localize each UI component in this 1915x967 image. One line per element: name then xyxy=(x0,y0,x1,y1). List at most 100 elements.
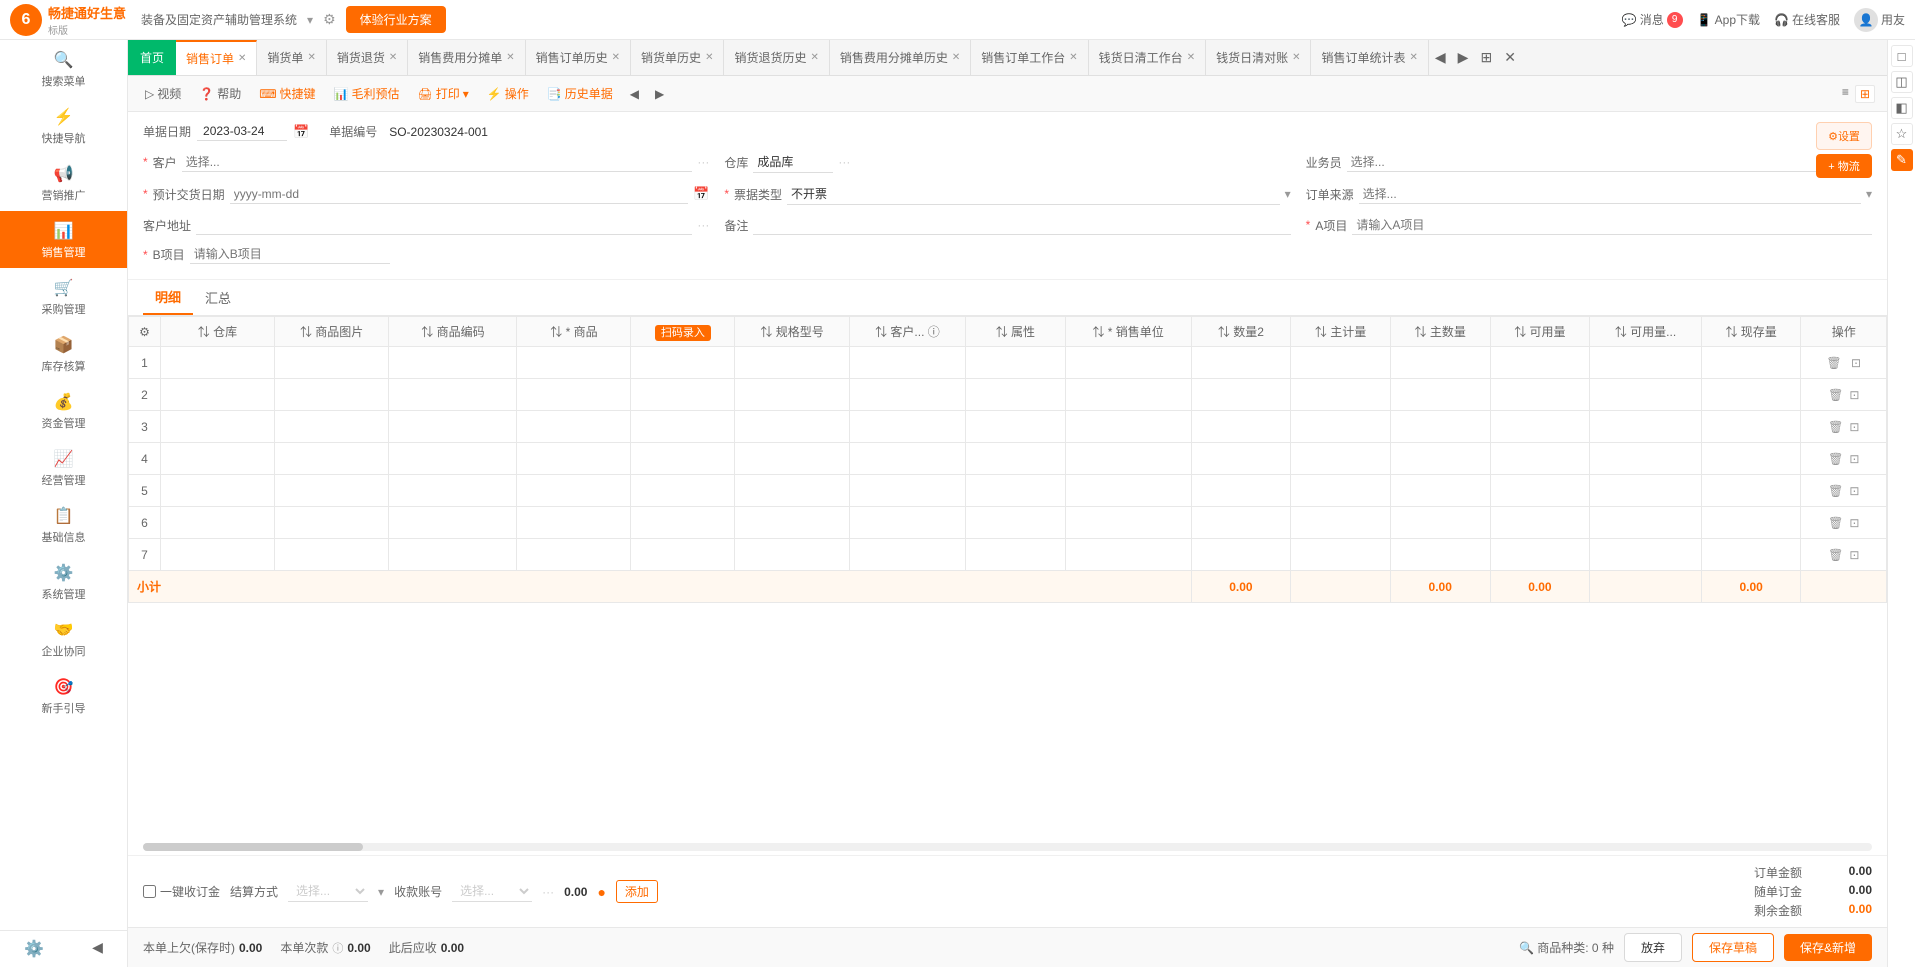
sidebar-item-finance[interactable]: 💰 资金管理 xyxy=(0,382,127,439)
add-payment-btn[interactable]: 添加 xyxy=(616,880,658,903)
order-source-input[interactable] xyxy=(1359,185,1861,204)
customer-more-icon[interactable]: ··· xyxy=(697,155,709,169)
discard-btn[interactable]: 放弃 xyxy=(1624,933,1682,962)
online-service-btn[interactable]: 🎧 在线客服 xyxy=(1774,11,1840,28)
save-new-btn[interactable]: 保存&新增 xyxy=(1784,934,1872,961)
tab-close-order-history[interactable]: ✕ xyxy=(612,52,620,63)
view-btn[interactable]: ▷ 视频 xyxy=(140,83,186,104)
th-available-more[interactable]: ⇅ 可用量... xyxy=(1590,317,1702,347)
tab-close-expense-split[interactable]: ✕ xyxy=(506,52,514,63)
receipt-account-select[interactable]: 选择... xyxy=(452,881,532,902)
sidebar-item-purchase[interactable]: 🛒 采购管理 xyxy=(0,268,127,325)
tab-close-all-btn[interactable]: ✕ xyxy=(1498,40,1522,75)
row-copy-icon[interactable]: ⊡ xyxy=(1849,516,1859,530)
user-avatar[interactable]: 👤 用友 xyxy=(1854,8,1905,32)
tab-refund-history[interactable]: 销货退货历史 ✕ xyxy=(724,40,829,75)
row-copy-icon[interactable]: ⊡ xyxy=(1849,388,1859,402)
tab-close-refund-history[interactable]: ✕ xyxy=(810,52,818,63)
sidebar-item-quicknav[interactable]: ⚡ 快捷导航 xyxy=(0,97,127,154)
row-delete-icon[interactable]: 🗑 xyxy=(1826,356,1841,370)
th-qty2[interactable]: ⇅ 数量2 xyxy=(1191,317,1291,347)
solution-button[interactable]: 体验行业方案 xyxy=(346,6,446,33)
row-delete-icon[interactable]: 🗑 xyxy=(1828,484,1843,498)
tab-sales-refund[interactable]: 销货退货 ✕ xyxy=(327,40,408,75)
tab-close-sales-return[interactable]: ✕ xyxy=(307,52,315,63)
address-more-icon[interactable]: ··· xyxy=(697,218,709,232)
tab-order-workbench[interactable]: 销售订单工作台 ✕ xyxy=(971,40,1088,75)
settle-method-select[interactable]: 选择... xyxy=(288,881,368,902)
row-delete-icon[interactable]: 🗑 xyxy=(1828,452,1843,466)
right-tool-edit[interactable]: ✎ xyxy=(1891,149,1913,171)
shortcut-btn[interactable]: ⌨ 快捷键 xyxy=(254,83,320,104)
right-tool-3[interactable]: ◧ xyxy=(1891,97,1913,119)
system-settings-icon[interactable]: ⚙ xyxy=(323,11,336,28)
tab-next-btn[interactable]: ▶ xyxy=(1452,40,1475,75)
app-download-btn[interactable]: 📱 App下载 xyxy=(1697,11,1760,28)
tab-close-expense-history[interactable]: ✕ xyxy=(952,52,960,63)
invoice-dropdown-icon[interactable]: ▾ xyxy=(1285,187,1291,201)
delivery-calendar-icon[interactable]: 📅 xyxy=(693,186,709,202)
add-payment-icon[interactable]: ● xyxy=(597,884,605,900)
sidebar-item-system[interactable]: ⚙️ 系统管理 xyxy=(0,553,127,610)
sidebar-item-inventory[interactable]: 📦 库存核算 xyxy=(0,325,127,382)
project-a-input[interactable] xyxy=(1352,216,1872,235)
tab-list-btn[interactable]: ⊞ xyxy=(1474,40,1498,75)
tab-cash-workbench[interactable]: 钱货日清工作台 ✕ xyxy=(1089,40,1206,75)
row-delete-icon[interactable]: 🗑 xyxy=(1828,548,1843,562)
tab-close-workbench[interactable]: ✕ xyxy=(1069,52,1077,63)
th-main-qty[interactable]: ⇅ 主数量 xyxy=(1390,317,1490,347)
delivery-date-input[interactable] xyxy=(230,185,688,204)
history-btn[interactable]: 📑 历史单据 xyxy=(542,83,618,104)
tab-close-cash-workbench[interactable]: ✕ xyxy=(1187,52,1195,63)
sidebar-item-newbie[interactable]: 🎯 新手引导 xyxy=(0,667,127,724)
detail-tab-huizong[interactable]: 汇总 xyxy=(193,281,243,314)
th-stock[interactable]: ⇅ 现存量 xyxy=(1701,317,1801,347)
tab-close-cash-reconcile[interactable]: ✕ xyxy=(1292,52,1300,63)
print-btn[interactable]: 🖨 打印 ▾ xyxy=(413,83,474,104)
sidebar-item-marketing[interactable]: 📢 营销推广 xyxy=(0,154,127,211)
sidebar-item-sales[interactable]: 📊 销售管理 xyxy=(0,211,127,268)
tab-close-stats[interactable]: ✕ xyxy=(1410,52,1418,63)
horizontal-scrollbar[interactable] xyxy=(143,843,1872,851)
action-btn[interactable]: ⚡ 操作 xyxy=(482,83,534,104)
tab-expense-history[interactable]: 销售费用分摊单历史 ✕ xyxy=(830,40,971,75)
sidebar-item-basic[interactable]: 📋 基础信息 xyxy=(0,496,127,553)
sidebar-item-enterprise[interactable]: 🤝 企业协同 xyxy=(0,610,127,667)
quick-pay-checkbox[interactable] xyxy=(143,885,156,898)
order-source-dropdown-icon[interactable]: ▾ xyxy=(1866,187,1872,201)
tab-order-history[interactable]: 销售订单历史 ✕ xyxy=(526,40,631,75)
profit-btn[interactable]: 📊 毛利预估 xyxy=(329,83,405,104)
toolbar-next-btn[interactable]: ▶ xyxy=(651,85,668,103)
sidebar-collapse-icon[interactable]: ◀ xyxy=(92,939,103,959)
calendar-icon[interactable]: 📅 xyxy=(293,124,309,140)
th-unit[interactable]: ⇅ * 销售单位 xyxy=(1065,317,1191,347)
right-tool-star[interactable]: ☆ xyxy=(1891,123,1913,145)
tab-close-return-history[interactable]: ✕ xyxy=(705,52,713,63)
tab-expense-split[interactable]: 销售费用分摊单 ✕ xyxy=(408,40,525,75)
th-attribute[interactable]: ⇅ 属性 xyxy=(966,317,1066,347)
tab-sales-order[interactable]: 销售订单 ✕ xyxy=(176,40,257,75)
row-copy-icon[interactable]: ⊡ xyxy=(1849,452,1859,466)
warehouse-value[interactable]: 成品库 xyxy=(753,151,833,173)
logistics-corner-btn[interactable]: + 物流 xyxy=(1816,154,1872,178)
invoice-type-value[interactable]: 不开票 xyxy=(787,183,1280,205)
single-date-value[interactable]: 2023-03-24 xyxy=(197,122,287,141)
tab-sales-stats[interactable]: 销售订单统计表 ✕ xyxy=(1311,40,1428,75)
salesperson-input[interactable] xyxy=(1347,153,1855,172)
th-warehouse[interactable]: ⇅ 仓库 xyxy=(161,317,275,347)
th-image[interactable]: ⇅ 商品图片 xyxy=(274,317,388,347)
message-btn[interactable]: 💬 消息 9 xyxy=(1622,11,1683,28)
row-copy-icon[interactable]: ⊡ xyxy=(1849,484,1859,498)
tab-prev-btn[interactable]: ◀ xyxy=(1429,40,1452,75)
th-spec[interactable]: ⇅ 规格型号 xyxy=(735,317,849,347)
grid-view-btn[interactable]: ≡ xyxy=(1842,85,1849,103)
th-available[interactable]: ⇅ 可用量 xyxy=(1490,317,1590,347)
help-btn[interactable]: ❓ 帮助 xyxy=(194,83,246,104)
tab-close-sales-order[interactable]: ✕ xyxy=(238,53,246,64)
sidebar-item-operations[interactable]: 📈 经营管理 xyxy=(0,439,127,496)
warehouse-more-icon[interactable]: ··· xyxy=(838,155,850,169)
tab-sales-return[interactable]: 销货单 ✕ xyxy=(257,40,326,75)
th-settings[interactable]: ⚙ xyxy=(129,317,161,347)
quick-pay-checkbox-label[interactable]: 一键收订金 xyxy=(143,883,220,900)
tab-return-history[interactable]: 销货单历史 ✕ xyxy=(631,40,724,75)
